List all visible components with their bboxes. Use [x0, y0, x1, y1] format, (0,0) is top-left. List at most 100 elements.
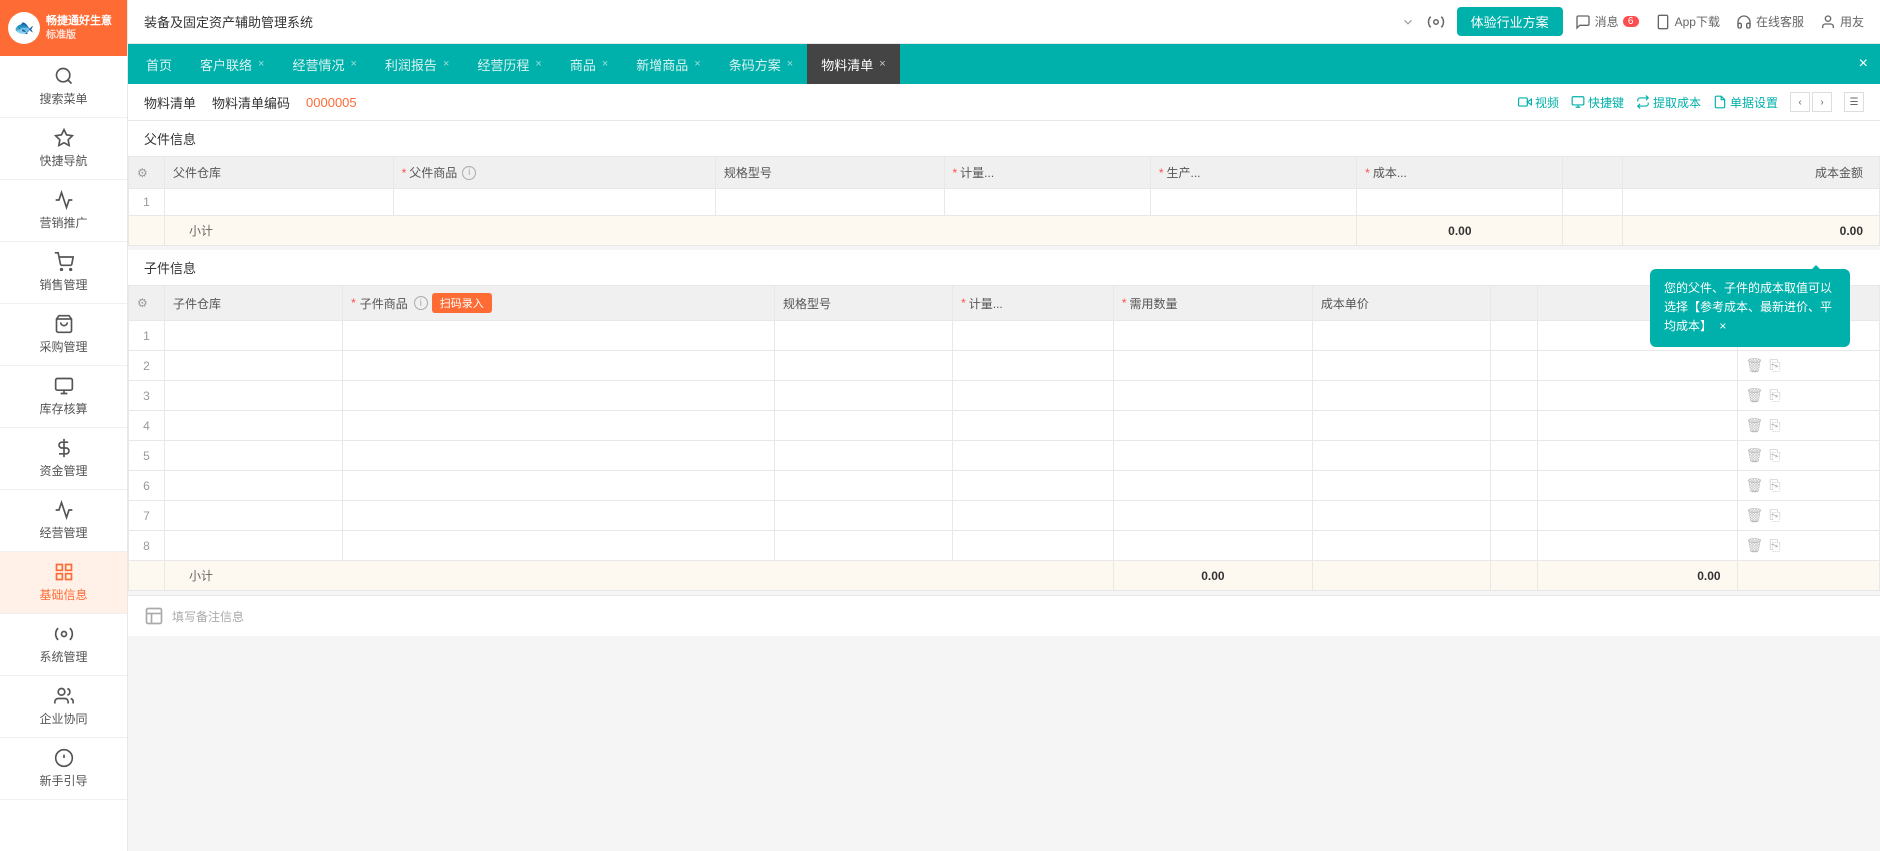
- child-row-5-quantity[interactable]: [1113, 441, 1312, 471]
- sidebar-item-finance[interactable]: 资金管理: [0, 428, 127, 490]
- child-row-7-quantity[interactable]: [1113, 501, 1312, 531]
- child-row-7-copy-icon[interactable]: ⎘: [1769, 507, 1780, 524]
- child-row-1-quantity[interactable]: [1113, 321, 1312, 351]
- tab-customer-close[interactable]: ×: [258, 58, 264, 70]
- child-row-7-measure[interactable]: [953, 501, 1114, 531]
- sidebar-item-guide[interactable]: 新手引导: [0, 738, 127, 800]
- parent-gear-icon[interactable]: ⚙: [137, 166, 148, 180]
- child-row-3-delete-icon[interactable]: 🗑: [1746, 387, 1764, 404]
- child-gear-icon[interactable]: ⚙: [137, 296, 148, 310]
- child-row-3-measure[interactable]: [953, 381, 1114, 411]
- tab-profit-close[interactable]: ×: [443, 58, 449, 70]
- child-row-8-quantity[interactable]: [1113, 531, 1312, 561]
- child-row-6-unit-price[interactable]: [1312, 471, 1490, 501]
- tab-barcode[interactable]: 条码方案 ×: [715, 44, 807, 84]
- child-row-6-delete-icon[interactable]: 🗑: [1746, 477, 1764, 494]
- child-row-6-product[interactable]: [343, 471, 775, 501]
- sidebar-item-basic-info[interactable]: 基础信息: [0, 552, 127, 614]
- list-view-icon[interactable]: ☰: [1844, 92, 1864, 112]
- child-row-5-copy-icon[interactable]: ⎘: [1769, 447, 1780, 464]
- sidebar-item-sales[interactable]: 销售管理: [0, 242, 127, 304]
- child-row-3-copy-icon[interactable]: ⎘: [1769, 387, 1780, 404]
- child-row-2-delete-icon[interactable]: 🗑: [1746, 357, 1764, 374]
- scan-button[interactable]: 扫码录入: [432, 293, 492, 313]
- child-row-4-delete-icon[interactable]: 🗑: [1746, 417, 1764, 434]
- child-row-1-product[interactable]: [343, 321, 775, 351]
- sidebar-item-enterprise[interactable]: 企业协同: [0, 676, 127, 738]
- child-row-3-product[interactable]: [343, 381, 775, 411]
- child-row-2-warehouse[interactable]: [165, 351, 343, 381]
- tab-products[interactable]: 商品 ×: [556, 44, 622, 84]
- child-row-2-quantity[interactable]: [1113, 351, 1312, 381]
- child-row-1-warehouse[interactable]: [165, 321, 343, 351]
- tab-new-product-close[interactable]: ×: [694, 58, 700, 70]
- tab-home[interactable]: 首页: [132, 44, 186, 84]
- tab-new-product[interactable]: 新增商品 ×: [622, 44, 714, 84]
- sidebar-item-system[interactable]: 系统管理: [0, 614, 127, 676]
- next-arrow[interactable]: ›: [1812, 92, 1832, 112]
- child-row-4-copy-icon[interactable]: ⎘: [1769, 417, 1780, 434]
- parent-row-1-warehouse[interactable]: [165, 189, 394, 216]
- view-link[interactable]: 视频: [1518, 94, 1559, 111]
- sidebar-item-quick-nav[interactable]: 快捷导航: [0, 118, 127, 180]
- child-row-4-product[interactable]: [343, 411, 775, 441]
- parent-row-1-measure[interactable]: [944, 189, 1150, 216]
- child-row-1-spec[interactable]: [775, 321, 953, 351]
- sidebar-item-operations[interactable]: 经营管理: [0, 490, 127, 552]
- child-row-2-measure[interactable]: [953, 351, 1114, 381]
- child-row-5-unit-price[interactable]: [1312, 441, 1490, 471]
- parent-row-1-spec[interactable]: [715, 189, 944, 216]
- child-row-3-spec[interactable]: [775, 381, 953, 411]
- child-row-4-measure[interactable]: [953, 411, 1114, 441]
- child-row-7-warehouse[interactable]: [165, 501, 343, 531]
- child-row-3-unit-price[interactable]: [1312, 381, 1490, 411]
- child-row-1-measure[interactable]: [953, 321, 1114, 351]
- parent-row-1-product[interactable]: [393, 189, 715, 216]
- child-row-6-measure[interactable]: [953, 471, 1114, 501]
- dropdown-icon[interactable]: [1401, 15, 1415, 29]
- child-row-3-warehouse[interactable]: [165, 381, 343, 411]
- tab-bom[interactable]: 物料清单 ×: [807, 44, 899, 84]
- user-button[interactable]: 用友: [1820, 13, 1864, 30]
- child-product-info[interactable]: i: [414, 296, 428, 310]
- child-row-5-warehouse[interactable]: [165, 441, 343, 471]
- child-row-4-unit-price[interactable]: [1312, 411, 1490, 441]
- child-row-2-product[interactable]: [343, 351, 775, 381]
- child-row-7-delete-icon[interactable]: 🗑: [1746, 507, 1764, 524]
- child-row-2-unit-price[interactable]: [1312, 351, 1490, 381]
- sidebar-item-inventory[interactable]: 库存核算: [0, 366, 127, 428]
- tab-business[interactable]: 经营情况 ×: [278, 44, 370, 84]
- sidebar-item-purchase[interactable]: 采购管理: [0, 304, 127, 366]
- tab-history-close[interactable]: ×: [535, 58, 541, 70]
- child-row-5-product[interactable]: [343, 441, 775, 471]
- tab-bom-close[interactable]: ×: [879, 58, 885, 70]
- child-row-4-warehouse[interactable]: [165, 411, 343, 441]
- parent-row-1-production[interactable]: [1150, 189, 1356, 216]
- child-row-8-product[interactable]: [343, 531, 775, 561]
- settings-icon[interactable]: [1427, 13, 1445, 31]
- shortcut-link[interactable]: 快捷键: [1571, 94, 1624, 111]
- tooltip-close-icon[interactable]: ×: [1719, 319, 1726, 333]
- child-row-3-quantity[interactable]: [1113, 381, 1312, 411]
- child-row-6-spec[interactable]: [775, 471, 953, 501]
- prev-arrow[interactable]: ‹: [1790, 92, 1810, 112]
- child-row-6-copy-icon[interactable]: ⎘: [1769, 477, 1780, 494]
- close-all-tabs[interactable]: ×: [1859, 55, 1868, 73]
- child-row-6-quantity[interactable]: [1113, 471, 1312, 501]
- child-row-8-spec[interactable]: [775, 531, 953, 561]
- trial-button[interactable]: 体验行业方案: [1457, 7, 1563, 36]
- child-row-1-unit-price[interactable]: [1312, 321, 1490, 351]
- child-row-7-unit-price[interactable]: [1312, 501, 1490, 531]
- child-row-8-unit-price[interactable]: [1312, 531, 1490, 561]
- child-row-6-warehouse[interactable]: [165, 471, 343, 501]
- sidebar-item-search[interactable]: 搜索菜单: [0, 56, 127, 118]
- tab-business-close[interactable]: ×: [350, 58, 356, 70]
- tab-history[interactable]: 经营历程 ×: [463, 44, 555, 84]
- parent-product-info[interactable]: i: [462, 166, 476, 180]
- child-row-8-measure[interactable]: [953, 531, 1114, 561]
- sidebar-item-marketing[interactable]: 营销推广: [0, 180, 127, 242]
- online-service-button[interactable]: 在线客服: [1736, 13, 1804, 30]
- child-row-7-product[interactable]: [343, 501, 775, 531]
- tab-profit[interactable]: 利润报告 ×: [371, 44, 463, 84]
- child-row-4-quantity[interactable]: [1113, 411, 1312, 441]
